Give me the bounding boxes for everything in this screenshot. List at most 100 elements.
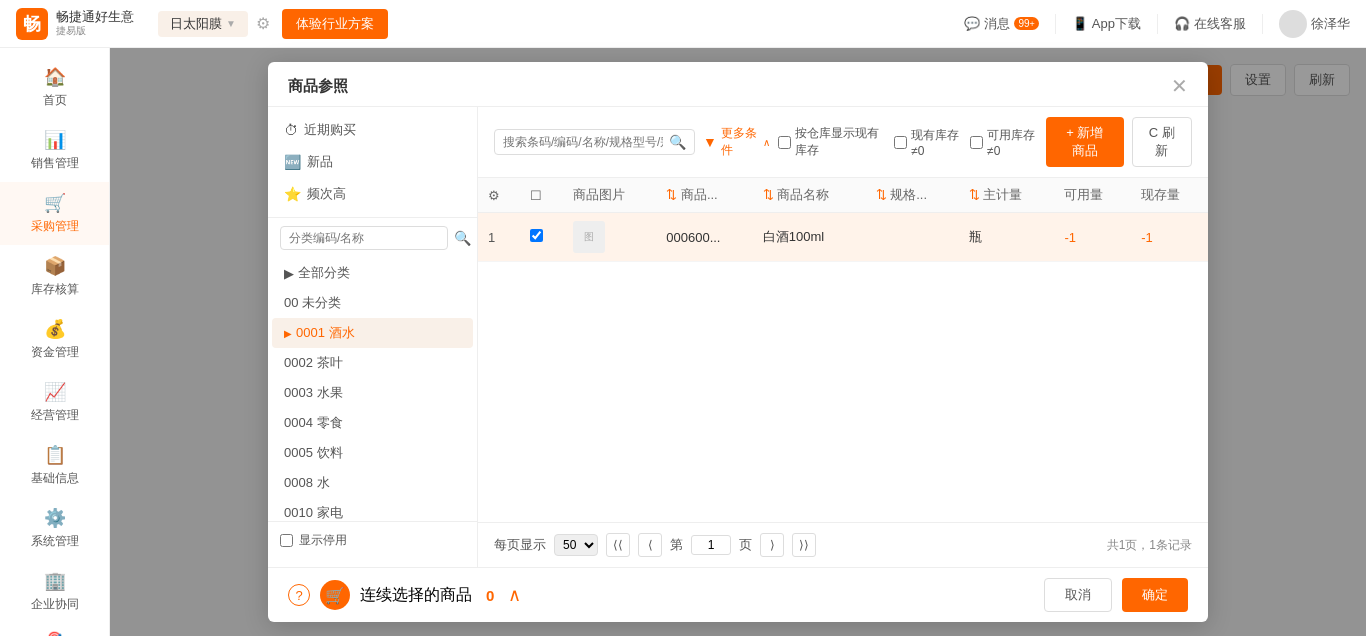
experience-button[interactable]: 体验行业方案	[282, 9, 388, 39]
app-download-item[interactable]: 📱 App下载	[1072, 15, 1141, 33]
sidebar-item-basic[interactable]: 📋 基础信息	[0, 434, 109, 497]
cancel-button[interactable]: 取消	[1044, 578, 1112, 612]
page-size-select[interactable]: 50	[554, 534, 598, 556]
user-item[interactable]: 徐泽华	[1279, 10, 1350, 38]
sidebar-item-inventory[interactable]: 📦 库存核算	[0, 245, 109, 308]
col-unit[interactable]: ⇅ 主计量	[959, 178, 1055, 213]
cat-item-0010[interactable]: 0010 家电	[272, 498, 473, 521]
cat-item-label: 0003 水果	[284, 384, 343, 402]
product-table-wrapper: ⚙ ☐ 商品图片 ⇅ 商品...	[478, 178, 1208, 522]
search-input[interactable]	[503, 135, 663, 149]
sidebar-item-label: 采购管理	[31, 218, 79, 235]
last-page-button[interactable]: ⟩⟩	[792, 533, 816, 557]
notifications-item[interactable]: 💬 消息 99+	[964, 15, 1038, 33]
sidebar-item-purchase[interactable]: 🛒 采购管理	[0, 182, 109, 245]
sidebar-item-enterprise[interactable]: 🏢 企业协同	[0, 560, 109, 623]
check-available-option[interactable]: 现有库存≠0	[894, 127, 962, 158]
sidebar-item-ops[interactable]: 📈 经营管理	[0, 371, 109, 434]
sidebar: 🏠 首页 📊 销售管理 🛒 采购管理 📦 库存核算 💰 资金管理 📈 经营管理 …	[0, 48, 110, 636]
sidebar-item-system[interactable]: ⚙️ 系统管理	[0, 497, 109, 560]
toolbar-right: + 新增商品 C 刷新	[1046, 117, 1192, 167]
cat-item-label: 0002 茶叶	[284, 354, 343, 372]
category-search-input[interactable]	[280, 226, 448, 250]
sidebar-item-label: 首页	[43, 92, 67, 109]
prev-page-button[interactable]: ⟨	[638, 533, 662, 557]
close-button[interactable]: ✕	[1171, 76, 1188, 96]
nav-dropdown[interactable]: 日太阳膜 ▼	[158, 11, 248, 37]
current-page-input[interactable]	[691, 535, 731, 555]
sidebar-item-label: 资金管理	[31, 344, 79, 361]
check-usable-checkbox[interactable]	[970, 136, 983, 149]
cell-code: 000600...	[656, 213, 753, 262]
nav-item-recent[interactable]: ⏱ 近期购买	[276, 115, 469, 145]
modal-title: 商品参照	[288, 77, 348, 96]
check-warehouse-option[interactable]: 按仓库显示现有库存	[778, 125, 886, 159]
col-spec[interactable]: ⇅ 规格...	[866, 178, 959, 213]
page-label: 页	[739, 536, 752, 554]
confirm-button[interactable]: 确定	[1122, 578, 1188, 612]
product-reference-modal: 商品参照 ✕ ⏱ 近期购买 🆕	[268, 62, 1208, 622]
display-disabled-label: 显示停用	[299, 532, 347, 549]
display-disabled-checkbox[interactable]	[280, 534, 293, 547]
cell-checkbox[interactable]	[520, 213, 563, 262]
cat-item-0003[interactable]: 0003 水果	[272, 378, 473, 408]
cat-active-icon: ▶	[284, 328, 292, 339]
pagination: 每页显示 50 ⟨⟨ ⟨ 第 页 ⟩ ⟩⟩ 共1页，1条记录	[478, 522, 1208, 567]
check-available-checkbox[interactable]	[894, 136, 907, 149]
nav-item-new[interactable]: 🆕 新品	[276, 147, 469, 177]
cat-item-0005[interactable]: 0005 饮料	[272, 438, 473, 468]
cat-item-0004[interactable]: 0004 零食	[272, 408, 473, 438]
category-search-icon[interactable]: 🔍	[454, 230, 471, 246]
product-thumbnail: 图	[573, 221, 605, 253]
cat-item-00[interactable]: 00 未分类	[272, 288, 473, 318]
online-service-label: 在线客服	[1194, 15, 1246, 33]
message-icon: 💬	[964, 16, 980, 31]
check-warehouse-checkbox[interactable]	[778, 136, 791, 149]
sidebar-item-sales[interactable]: 📊 销售管理	[0, 119, 109, 182]
cat-item-0002[interactable]: 0002 茶叶	[272, 348, 473, 378]
sidebar-item-label: 库存核算	[31, 281, 79, 298]
sidebar-item-home[interactable]: 🏠 首页	[0, 56, 109, 119]
cat-item-0008[interactable]: 0008 水	[272, 468, 473, 498]
add-product-button[interactable]: + 新增商品	[1046, 117, 1123, 167]
help-button[interactable]: ?	[288, 584, 310, 606]
search-icon[interactable]: 🔍	[669, 134, 686, 150]
refresh-button[interactable]: C 刷新	[1132, 117, 1193, 167]
footer-right: 取消 确定	[1044, 578, 1188, 612]
check-usable-option[interactable]: 可用库存≠0	[970, 127, 1038, 158]
display-disabled-section: 显示停用	[268, 521, 477, 559]
left-panel: ⏱ 近期购买 🆕 新品 ⭐ 频次高	[268, 107, 478, 567]
sidebar-item-finance[interactable]: 💰 资金管理	[0, 308, 109, 371]
footer-left: ? 🛒 连续选择的商品 0 ∧	[288, 580, 521, 610]
col-checkbox[interactable]: ☐	[520, 178, 563, 213]
sidebar-item-label: 系统管理	[31, 533, 79, 550]
first-page-button[interactable]: ⟨⟨	[606, 533, 630, 557]
sort-icon2: ⇅	[763, 187, 774, 202]
logo-sub: 捷易版	[56, 24, 134, 38]
table-row[interactable]: 1 图 000600... 白酒100ml 瓶	[478, 213, 1208, 262]
next-page-button[interactable]: ⟩	[760, 533, 784, 557]
cart-icon-button[interactable]: 🛒	[320, 580, 350, 610]
cat-item-label: 0004 零食	[284, 414, 343, 432]
nav-item-label: 频次高	[307, 185, 346, 203]
guide-icon: 🎯	[47, 631, 62, 636]
cat-item-label: 全部分类	[298, 264, 350, 282]
sidebar-bottom: 🎯 新手引导 📱 应用中心 👑 畅会员	[0, 623, 109, 636]
cat-item-label: 00 未分类	[284, 294, 341, 312]
collapse-icon[interactable]: ∧	[508, 584, 521, 606]
filter-button[interactable]: ▼ 更多条件 ∧	[703, 125, 770, 159]
col-name[interactable]: ⇅ 商品名称	[753, 178, 866, 213]
online-service-item[interactable]: 🎧 在线客服	[1174, 15, 1246, 33]
cat-item-all[interactable]: ▶ 全部分类	[272, 258, 473, 288]
selected-label: 连续选择的商品	[360, 585, 472, 606]
sort-icon3: ⇅	[876, 187, 887, 202]
sales-icon: 📊	[44, 129, 66, 151]
finance-icon: 💰	[44, 318, 66, 340]
divider	[1055, 14, 1056, 34]
col-settings[interactable]: ⚙	[478, 178, 520, 213]
gear-icon[interactable]: ⚙	[256, 14, 270, 33]
cat-item-0001[interactable]: ▶ 0001 酒水	[272, 318, 473, 348]
col-code[interactable]: ⇅ 商品...	[656, 178, 753, 213]
sidebar-item-guide[interactable]: 🎯 新手引导	[0, 623, 109, 636]
nav-item-frequent[interactable]: ⭐ 频次高	[276, 179, 469, 209]
